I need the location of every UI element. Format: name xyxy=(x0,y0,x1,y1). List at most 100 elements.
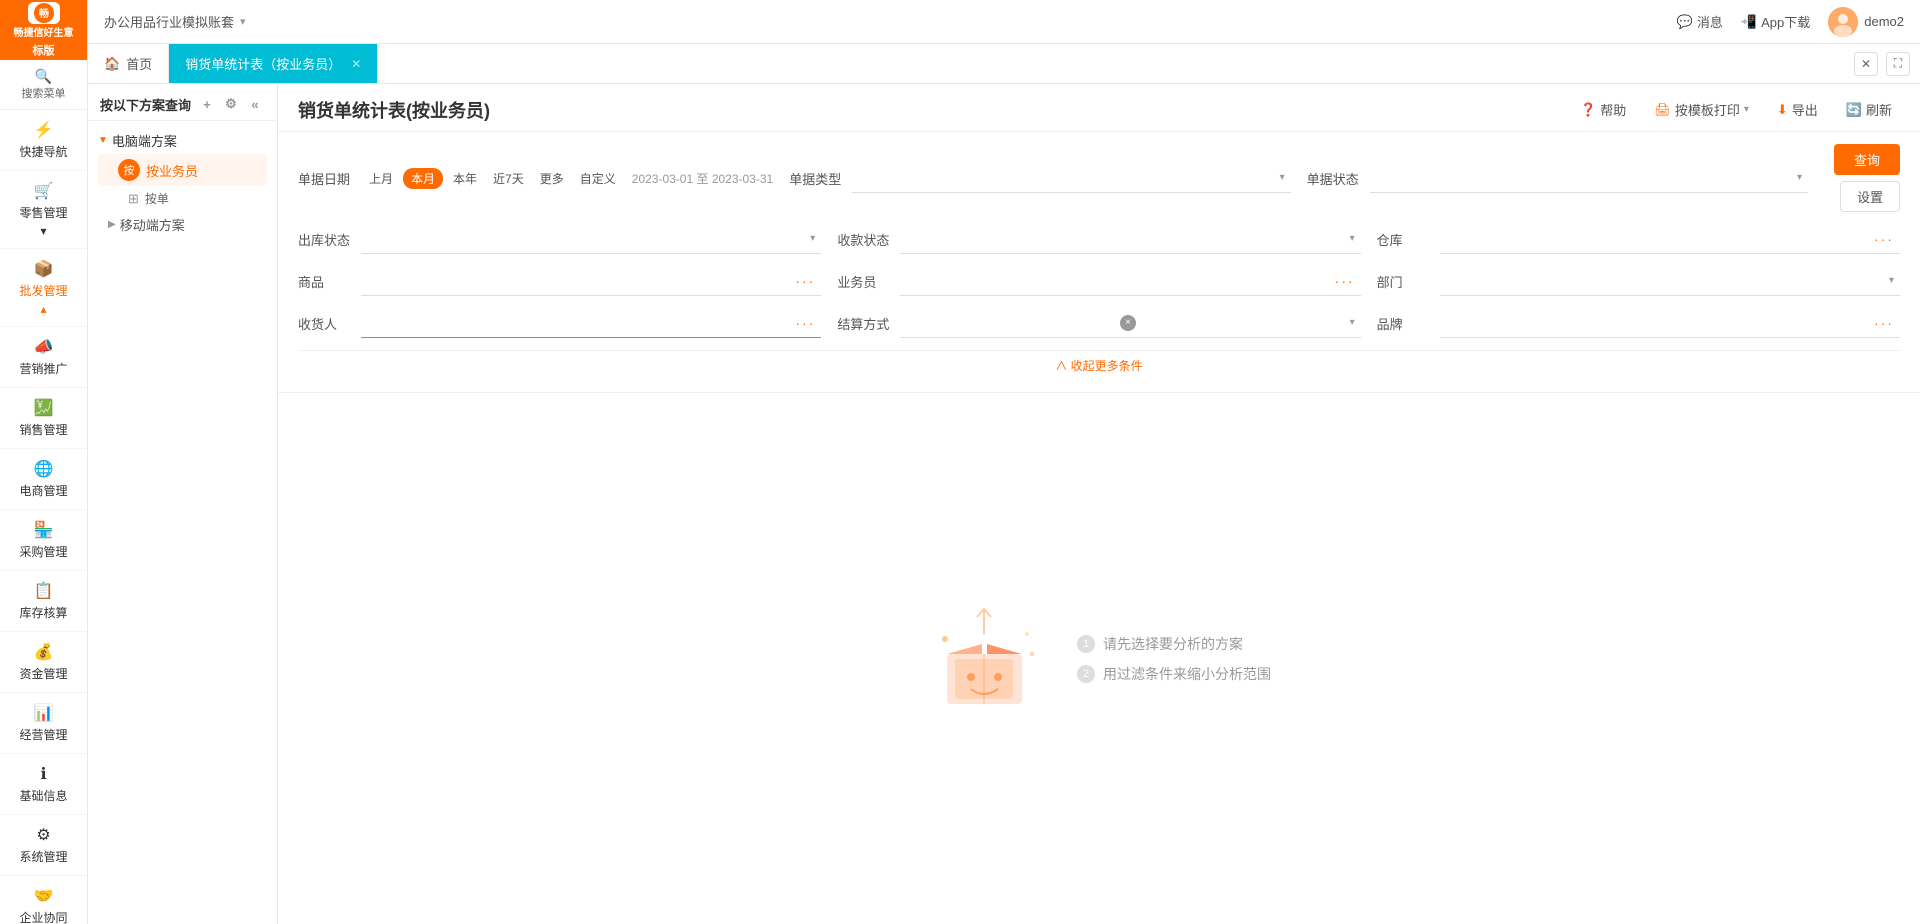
tab-home[interactable]: 🏠 首页 xyxy=(88,44,169,83)
outstatus-control[interactable]: ▾ xyxy=(361,224,821,254)
sidebar-item-purchase[interactable]: 🏪 采购管理 xyxy=(0,510,87,571)
tab-close-icon[interactable]: ✕ xyxy=(351,57,361,71)
brand-dots-icon: ··· xyxy=(1874,315,1894,331)
svg-text:畅: 畅 xyxy=(39,7,49,20)
message-icon: 💬 xyxy=(1677,14,1693,30)
breadcrumb-arrow-icon[interactable]: ▾ xyxy=(240,15,246,28)
sidebar-item-purchase-label: 采购管理 xyxy=(19,543,67,560)
query-button[interactable]: 查询 xyxy=(1834,144,1900,175)
doctype-control[interactable]: ▾ xyxy=(852,163,1290,193)
home-icon: 🏠 xyxy=(104,56,120,72)
sidebar-item-wholesale[interactable]: 📦 批发管理 ▴ xyxy=(0,249,87,327)
filter-item-dept: 部门 ▾ xyxy=(1377,266,1900,296)
settings-scheme-btn[interactable]: ⚙ xyxy=(221,94,241,114)
refresh-btn[interactable]: 🔄 刷新 xyxy=(1838,96,1900,123)
basic-icon: ℹ xyxy=(40,764,46,784)
brand-control[interactable]: ··· xyxy=(1440,308,1900,338)
wholesale-icon: 📦 xyxy=(34,259,54,279)
collapse-more-btn[interactable]: ∧ 收起更多条件 xyxy=(298,350,1900,380)
query-btn-group: 查询 设置 xyxy=(1834,144,1900,212)
dept-control[interactable]: ▾ xyxy=(1440,266,1900,296)
sidebar-item-finance-label: 资金管理 xyxy=(19,665,67,682)
date-btn-custom[interactable]: 自定义 xyxy=(574,168,622,189)
salesman-control[interactable]: ··· xyxy=(900,266,1360,296)
export-icon: ⬇ xyxy=(1777,102,1788,118)
settle-control[interactable]: × ▾ xyxy=(900,308,1360,338)
sales-icon: 💹 xyxy=(34,398,54,418)
date-btn-last7days[interactable]: 近7天 xyxy=(487,168,530,189)
page-title: 销货单统计表(按业务员) xyxy=(298,97,490,123)
sidebar-item-system[interactable]: ⚙ 系统管理 xyxy=(0,815,87,876)
sidebar-item-quicknav[interactable]: ⚡ 快捷导航 xyxy=(0,110,87,171)
user-profile-action[interactable]: demo2 xyxy=(1828,7,1904,37)
export-btn[interactable]: ⬇ 导出 xyxy=(1769,96,1826,123)
operations-icon: 📊 xyxy=(34,703,54,723)
tab-close-all-btn[interactable]: ✕ xyxy=(1854,52,1878,76)
sidebar-item-sales[interactable]: 💹 销售管理 xyxy=(0,388,87,449)
tab-sales-report[interactable]: 销货单统计表（按业务员） ✕ xyxy=(169,44,378,83)
docstatus-control[interactable]: ▾ xyxy=(1370,163,1808,193)
sidebar-item-sales-label: 销售管理 xyxy=(19,421,67,438)
filter-row-1: 单据日期 上月 本月 本年 近7天 更多 自定义 2023-03-01 至 20… xyxy=(298,144,1900,212)
content-area: 按以下方案查询 + ⚙ « ▼ 电脑端方案 按 按业务员 ⊞ 按 xyxy=(88,84,1920,924)
settings-button[interactable]: 设置 xyxy=(1840,181,1900,212)
settle-clear-btn[interactable]: × xyxy=(1120,315,1136,331)
byorder-icon: ⊞ xyxy=(128,191,139,207)
desktop-scheme-label: 电脑端方案 xyxy=(112,131,177,150)
sidebar-item-inventory[interactable]: 📋 库存核算 xyxy=(0,571,87,632)
sidebar-item-marketing[interactable]: 📣 营销推广 xyxy=(0,327,87,388)
left-panel-header: 按以下方案查询 + ⚙ « xyxy=(88,84,277,121)
warehouse-dots-icon: ··· xyxy=(1874,231,1894,247)
add-scheme-btn[interactable]: + xyxy=(197,94,217,114)
product-control[interactable]: ··· xyxy=(361,266,821,296)
product-label: 商品 xyxy=(298,272,353,291)
left-panel-title: 按以下方案查询 xyxy=(100,95,191,114)
refresh-icon: 🔄 xyxy=(1846,102,1862,118)
search-menu-item[interactable]: 🔍 搜索菜单 xyxy=(0,60,87,110)
date-btn-thisyear[interactable]: 本年 xyxy=(447,168,483,189)
scheme-group-desktop: ▼ 电脑端方案 按 按业务员 ⊞ 按单 ▶ 移动端方案 xyxy=(88,121,277,244)
logo-sub: 标版 xyxy=(33,42,55,58)
logo-text: 畅捷信好生意 xyxy=(14,28,74,40)
step1-text: 请先选择要分析的方案 xyxy=(1103,634,1243,654)
sidebar-item-retail[interactable]: 🛒 零售管理 ▾ xyxy=(0,171,87,249)
sidebar-item-system-label: 系统管理 xyxy=(19,848,67,865)
app-download-action[interactable]: 📲 App下载 xyxy=(1741,12,1810,31)
right-content: 销货单统计表(按业务员) ❓ 帮助 🖨 按模板打印 ▾ ⬇ 导出 xyxy=(278,84,1920,924)
desktop-scheme-arrow: ▼ xyxy=(98,135,108,146)
salesman-dots-icon: ··· xyxy=(1335,273,1355,289)
sidebar-item-operations[interactable]: 📊 经营管理 xyxy=(0,693,87,754)
print-dropdown-arrow[interactable]: ▾ xyxy=(1744,104,1749,115)
sidebar-item-enterprise[interactable]: 🤝 企业协同 xyxy=(0,876,87,924)
sidebar-item-ecommerce[interactable]: 🌐 电商管理 xyxy=(0,449,87,510)
receiver-control[interactable]: ··· xyxy=(361,308,821,338)
template-print-btn[interactable]: 🖨 按模板打印 ▾ xyxy=(1646,96,1757,123)
salesman-scheme-dot: 按 xyxy=(118,159,140,181)
mobile-scheme-group-title[interactable]: ▶ 移动端方案 xyxy=(98,211,267,238)
filter-item-receiver: 收货人 ··· xyxy=(298,308,821,338)
help-btn[interactable]: ❓ 帮助 xyxy=(1572,96,1634,123)
scheme-item-salesman[interactable]: 按 按业务员 xyxy=(98,154,267,186)
filter-item-receiptstatus: 收款状态 ▾ xyxy=(837,224,1360,254)
scheme-item-byorder[interactable]: ⊞ 按单 xyxy=(98,186,267,211)
receiptstatus-control[interactable]: ▾ xyxy=(900,224,1360,254)
desktop-scheme-group-title[interactable]: ▼ 电脑端方案 xyxy=(98,127,267,154)
collapse-label: ∧ 收起更多条件 xyxy=(1055,359,1142,373)
date-btn-more[interactable]: 更多 xyxy=(534,168,570,189)
tab-maximize-btn[interactable]: ⛶ xyxy=(1886,52,1910,76)
date-btn-thismonth[interactable]: 本月 xyxy=(403,168,443,189)
refresh-label: 刷新 xyxy=(1866,100,1892,119)
tab-controls: ✕ ⛶ xyxy=(1844,44,1920,83)
warehouse-control[interactable]: ··· xyxy=(1440,224,1900,254)
receiptstatus-label: 收款状态 xyxy=(837,230,892,249)
date-btn-lastmonth[interactable]: 上月 xyxy=(363,168,399,189)
collapse-panel-btn[interactable]: « xyxy=(245,94,265,114)
sidebar-item-operations-label: 经营管理 xyxy=(19,726,67,743)
sidebar-item-ecommerce-label: 电商管理 xyxy=(19,482,67,499)
empty-step-2: 2 用过滤条件来缩小分析范围 xyxy=(1077,664,1271,684)
export-label: 导出 xyxy=(1792,100,1818,119)
sidebar-item-finance[interactable]: 💰 资金管理 xyxy=(0,632,87,693)
left-panel-icon-btns: + ⚙ « xyxy=(197,94,265,114)
message-action[interactable]: 💬 消息 xyxy=(1677,12,1723,31)
sidebar-item-basic[interactable]: ℹ 基础信息 xyxy=(0,754,87,815)
